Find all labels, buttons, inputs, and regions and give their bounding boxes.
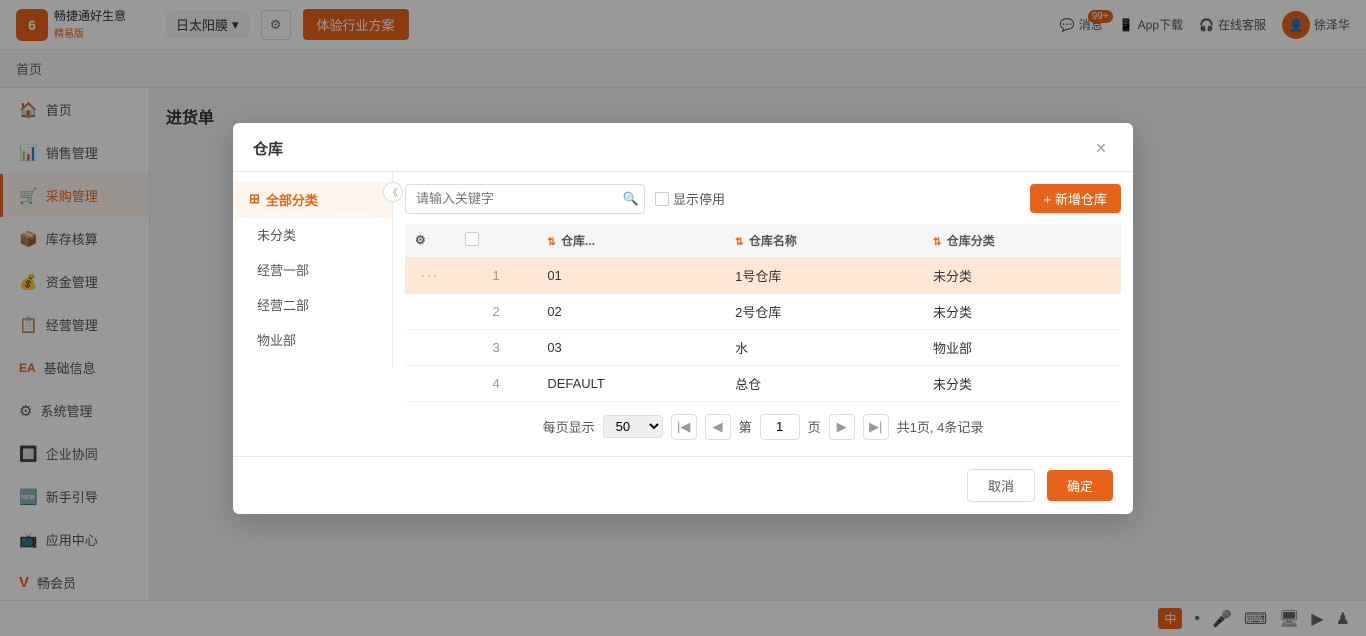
table-area: 🔍 显示停用 + 新增仓库 ⚙ — [393, 172, 1133, 456]
category-sidebar-wrap: ⊞ 全部分类 未分类 经营一部 经营二部 物业部 《 — [233, 172, 393, 456]
th-name-label: 仓库名称 — [749, 234, 797, 248]
search-input[interactable] — [405, 184, 645, 214]
row-number-1: 1 — [493, 268, 500, 283]
row-name-3: 水 — [725, 329, 923, 365]
th-category: ⇅ 仓库分类 — [923, 224, 1121, 258]
header-checkbox[interactable] — [465, 232, 479, 246]
confirm-button[interactable]: 确定 — [1047, 470, 1113, 501]
modal-title: 仓库 — [253, 138, 283, 159]
row-code-3: 03 — [537, 329, 725, 365]
page-last-button[interactable]: ▶| — [863, 414, 889, 440]
total-info: 共1页, 4条记录 — [897, 417, 984, 436]
search-wrap: 🔍 — [405, 184, 645, 214]
table-header-row: ⚙ ⇅ 仓库... ⇅ 仓库名称 — [405, 224, 1121, 258]
row-code-1: 01 — [537, 257, 725, 293]
warehouse-table: ⚙ ⇅ 仓库... ⇅ 仓库名称 — [405, 224, 1121, 402]
row-category-2: 未分类 — [923, 293, 1121, 329]
search-icon[interactable]: 🔍 — [623, 191, 639, 207]
page-first-button[interactable]: |◀ — [671, 414, 697, 440]
table-row[interactable]: 4 DEFAULT 总仓 未分类 — [405, 365, 1121, 401]
row-number-3: 3 — [493, 340, 500, 355]
modal-header: 仓库 × — [233, 123, 1133, 172]
show-disabled-label: 显示停用 — [673, 189, 725, 208]
category-property[interactable]: 物业部 — [233, 322, 392, 357]
th-category-label: 仓库分类 — [947, 234, 995, 248]
category-all-label: 全部分类 — [266, 190, 318, 209]
table-row[interactable]: ··· 1 01 1号仓库 未分类 — [405, 257, 1121, 293]
table-toolbar: 🔍 显示停用 + 新增仓库 — [405, 184, 1121, 214]
table-row[interactable]: 3 03 水 物业部 — [405, 329, 1121, 365]
category-sidebar: ⊞ 全部分类 未分类 经营一部 经营二部 物业部 — [233, 172, 393, 367]
category-all[interactable]: ⊞ 全部分类 — [233, 182, 392, 217]
page-next-button[interactable]: ▶ — [829, 414, 855, 440]
grid-icon: ⊞ — [249, 191, 260, 207]
row-number-2: 2 — [493, 304, 500, 319]
row-name-1: 1号仓库 — [725, 257, 923, 293]
th-actions: ⚙ — [405, 224, 455, 258]
th-code-label: 仓库... — [561, 234, 595, 248]
page-number-input[interactable] — [760, 414, 800, 440]
row-number-4: 4 — [493, 376, 500, 391]
table-body: ··· 1 01 1号仓库 未分类 — [405, 257, 1121, 401]
th-name: ⇅ 仓库名称 — [725, 224, 923, 258]
category-unclassified[interactable]: 未分类 — [233, 217, 392, 252]
page-unit: 页 — [808, 417, 821, 436]
category-ops1[interactable]: 经营一部 — [233, 252, 392, 287]
row-code-2: 02 — [537, 293, 725, 329]
row-name-2: 2号仓库 — [725, 293, 923, 329]
table-row[interactable]: 2 02 2号仓库 未分类 — [405, 293, 1121, 329]
row-num-1: 1 — [455, 257, 537, 293]
row-code-4: DEFAULT — [537, 365, 725, 401]
cancel-button[interactable]: 取消 — [967, 469, 1035, 502]
category-collapse-button[interactable]: 《 — [383, 182, 403, 202]
modal-footer: 取消 确定 — [233, 456, 1133, 514]
sort-icon-category: ⇅ — [933, 237, 941, 248]
sort-icon-code: ⇅ — [547, 237, 555, 248]
checkbox-icon — [655, 192, 669, 206]
warehouse-modal: 仓库 × ⊞ 全部分类 未分类 经营一部 经营二部 物业部 《 — [233, 123, 1133, 514]
show-disabled-checkbox[interactable]: 显示停用 — [655, 189, 725, 208]
more-icon-1[interactable]: ··· — [421, 268, 440, 283]
row-name-4: 总仓 — [725, 365, 923, 401]
row-actions-4 — [405, 365, 455, 401]
row-num-4: 4 — [455, 365, 537, 401]
per-page-label: 每页显示 — [543, 417, 595, 436]
page-label: 第 — [739, 417, 752, 436]
row-num-2: 2 — [455, 293, 537, 329]
page-prev-button[interactable]: ◀ — [705, 414, 731, 440]
row-actions-2 — [405, 293, 455, 329]
modal-overlay[interactable]: 仓库 × ⊞ 全部分类 未分类 经营一部 经营二部 物业部 《 — [0, 0, 1366, 636]
table-scroll: ⚙ ⇅ 仓库... ⇅ 仓库名称 — [405, 224, 1121, 402]
th-code: ⇅ 仓库... — [537, 224, 725, 258]
row-actions-3 — [405, 329, 455, 365]
row-category-3: 物业部 — [923, 329, 1121, 365]
modal-close-button[interactable]: × — [1089, 137, 1113, 161]
category-ops2[interactable]: 经营二部 — [233, 287, 392, 322]
row-category-4: 未分类 — [923, 365, 1121, 401]
th-checkbox — [455, 224, 537, 258]
per-page-select[interactable]: 50 20 100 — [603, 415, 663, 438]
row-actions-1: ··· — [405, 257, 455, 293]
pagination: 每页显示 50 20 100 |◀ ◀ 第 页 ▶ ▶| 共1页, 4条记录 — [405, 402, 1121, 444]
row-num-3: 3 — [455, 329, 537, 365]
sort-icon-name: ⇅ — [735, 237, 743, 248]
table-head: ⚙ ⇅ 仓库... ⇅ 仓库名称 — [405, 224, 1121, 258]
modal-body: ⊞ 全部分类 未分类 经营一部 经营二部 物业部 《 🔍 — [233, 172, 1133, 456]
row-category-1: 未分类 — [923, 257, 1121, 293]
add-warehouse-button[interactable]: + 新增仓库 — [1030, 184, 1121, 213]
